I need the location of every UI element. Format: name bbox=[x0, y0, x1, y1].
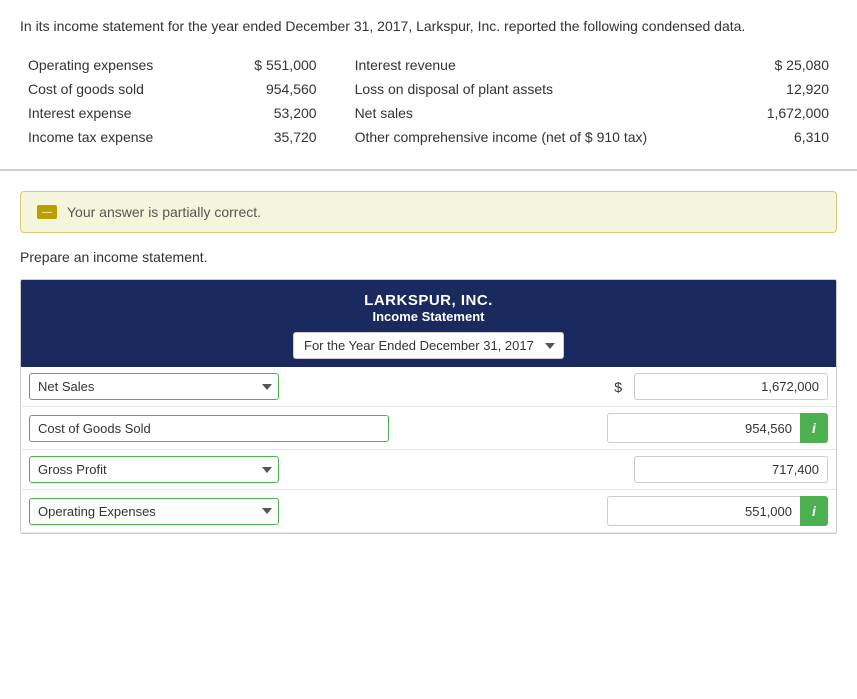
right-label: Interest revenue bbox=[325, 53, 728, 77]
info-button-3[interactable]: i bbox=[800, 496, 828, 526]
prepare-label: Prepare an income statement. bbox=[20, 249, 837, 265]
right-value: 1,672,000 bbox=[727, 101, 837, 125]
right-value: 12,920 bbox=[727, 77, 837, 101]
value-group-0 bbox=[634, 373, 828, 400]
currency-symbol-0: $ bbox=[610, 379, 626, 395]
right-value: $ 25,080 bbox=[727, 53, 837, 77]
left-label: Operating expenses bbox=[20, 53, 215, 77]
partial-correct-banner: — Your answer is partially correct. bbox=[20, 191, 837, 233]
income-statement-box: LARKSPUR, INC. Income Statement For the … bbox=[20, 279, 837, 534]
value-group-2 bbox=[634, 456, 828, 483]
value-input-3[interactable] bbox=[607, 496, 800, 526]
intro-text: In its income statement for the year end… bbox=[20, 16, 837, 37]
value-input-1[interactable] bbox=[607, 413, 800, 443]
row-label-select-3[interactable]: Operating Expenses bbox=[29, 498, 279, 525]
table-row: Operating expenses $ 551,000 Interest re… bbox=[20, 53, 837, 77]
income-row-2: Gross Profit bbox=[21, 450, 836, 490]
row-label-select-2[interactable]: Gross Profit bbox=[29, 456, 279, 483]
banner-text: Your answer is partially correct. bbox=[67, 204, 261, 220]
income-row-0: Net Sales $ bbox=[21, 367, 836, 407]
top-section: In its income statement for the year end… bbox=[0, 0, 857, 171]
right-label: Net sales bbox=[325, 101, 728, 125]
left-label: Income tax expense bbox=[20, 125, 215, 149]
period-select[interactable]: For the Year Ended December 31, 2017 bbox=[293, 332, 564, 359]
value-input-2[interactable] bbox=[634, 456, 828, 483]
left-value: 954,560 bbox=[215, 77, 325, 101]
value-group-3: i bbox=[607, 496, 828, 526]
value-input-0[interactable] bbox=[634, 373, 828, 400]
income-row-1: Cost of Goods Sold i bbox=[21, 407, 836, 450]
company-name: LARKSPUR, INC. bbox=[31, 292, 826, 309]
banner-icon: — bbox=[37, 205, 57, 219]
income-header: LARKSPUR, INC. Income Statement For the … bbox=[21, 280, 836, 367]
income-body: Net Sales $ Cost of Goods Sold i Gross Profi… bbox=[21, 367, 836, 533]
table-row: Income tax expense 35,720 Other comprehe… bbox=[20, 125, 837, 149]
row-label-text-1: Cost of Goods Sold bbox=[29, 415, 389, 442]
statement-title: Income Statement bbox=[31, 309, 826, 324]
row-label-select-0[interactable]: Net Sales bbox=[29, 373, 279, 400]
table-row: Interest expense 53,200 Net sales 1,672,… bbox=[20, 101, 837, 125]
answer-section: — Your answer is partially correct. Prep… bbox=[0, 171, 857, 554]
left-value: 53,200 bbox=[215, 101, 325, 125]
right-label: Loss on disposal of plant assets bbox=[325, 77, 728, 101]
left-label: Interest expense bbox=[20, 101, 215, 125]
value-group-1: i bbox=[607, 413, 828, 443]
income-row-3: Operating Expenses i bbox=[21, 490, 836, 533]
table-row: Cost of goods sold 954,560 Loss on dispo… bbox=[20, 77, 837, 101]
right-value: 6,310 bbox=[727, 125, 837, 149]
given-data-table: Operating expenses $ 551,000 Interest re… bbox=[20, 53, 837, 149]
left-value: $ 551,000 bbox=[215, 53, 325, 77]
left-label: Cost of goods sold bbox=[20, 77, 215, 101]
period-select-wrapper[interactable]: For the Year Ended December 31, 2017 bbox=[31, 332, 826, 359]
left-value: 35,720 bbox=[215, 125, 325, 149]
right-label: Other comprehensive income (net of $ 910… bbox=[325, 125, 728, 149]
info-button-1[interactable]: i bbox=[800, 413, 828, 443]
